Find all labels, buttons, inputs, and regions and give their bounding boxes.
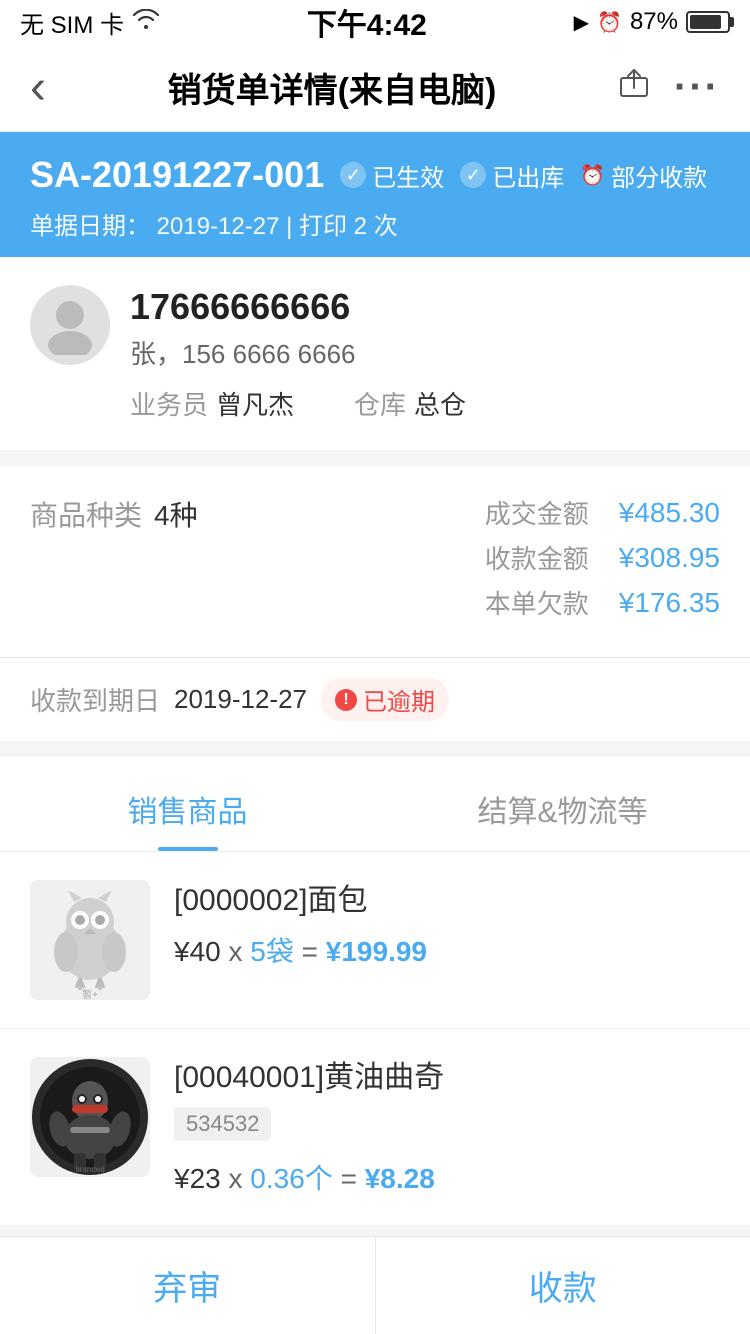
battery-icon xyxy=(686,11,730,33)
header-banner: SA-20191227-001 已生效 已出库 部分收款 单据日期： 2019-… xyxy=(0,132,750,257)
cancel-review-button[interactable]: 弃审 xyxy=(0,1237,376,1334)
price-eq-2: = xyxy=(341,1163,365,1194)
carrier-label: 无 SIM 卡 xyxy=(20,5,124,40)
types-label: 商品种类 xyxy=(30,494,142,534)
product-list: 暂+ [0000002]面包 ¥40 x 5袋 = ¥199.99 xyxy=(0,852,750,1226)
bottom-bar: 弃审 收款 xyxy=(0,1236,750,1334)
status-badge-partial: 部分收款 xyxy=(580,158,707,193)
order-date: 2019-12-27 xyxy=(157,213,280,240)
received-value: ¥308.95 xyxy=(619,542,720,574)
price-qty-2: 0.36个 xyxy=(250,1163,333,1194)
owed-value: ¥176.35 xyxy=(619,587,720,619)
price-separator-2: x xyxy=(229,1163,251,1194)
product-name-2: [00040001]黄油曲奇 xyxy=(174,1057,720,1099)
overdue-icon: ! xyxy=(335,689,357,711)
page-title: 销货单详情(来自电脑) xyxy=(168,63,497,112)
summary-types-row: 商品种类 4种 xyxy=(30,494,198,534)
received-amount-row: 收款金额 ¥308.95 xyxy=(485,539,720,576)
summary-right: 成交金额 ¥485.30 收款金额 ¥308.95 本单欠款 ¥176.35 xyxy=(485,494,720,629)
summary-section: 商品种类 4种 成交金额 ¥485.30 收款金额 ¥308.95 本单欠款 ¥… xyxy=(0,466,750,657)
customer-contact: 张，156 6666 6666 xyxy=(130,334,720,371)
due-date-value: 2019-12-27 xyxy=(174,684,307,715)
customer-id: 17666666666 xyxy=(130,285,720,328)
tabs-section: 销售商品 结算&物流等 xyxy=(0,757,750,852)
deal-label: 成交金额 xyxy=(485,494,589,531)
price-separator-1: x xyxy=(229,936,251,967)
warehouse-meta: 仓库 总仓 xyxy=(354,385,466,422)
owed-amount-row: 本单欠款 ¥176.35 xyxy=(485,584,720,621)
price-eq-1: = xyxy=(302,936,326,967)
time-label: 下午4:42 xyxy=(307,0,427,44)
types-value: 4种 xyxy=(154,494,198,534)
banner-date-row: 单据日期： 2019-12-27 | 打印 2 次 xyxy=(30,206,720,241)
customer-meta: 业务员 曾凡杰 仓库 总仓 xyxy=(130,385,720,422)
customer-info: 17666666666 张，156 6666 6666 业务员 曾凡杰 仓库 总… xyxy=(130,285,720,422)
tab-settlement[interactable]: 结算&物流等 xyxy=(375,757,750,851)
deal-amount-row: 成交金额 ¥485.30 xyxy=(485,494,720,531)
print-info: | 打印 2 次 xyxy=(286,213,398,240)
overdue-badge: ! 已逾期 xyxy=(321,678,449,721)
product-price-line-1: ¥40 x 5袋 = ¥199.99 xyxy=(174,930,720,970)
warehouse-label: 仓库 xyxy=(354,385,406,422)
share-button[interactable] xyxy=(618,68,650,108)
product-price-line-2: ¥23 x 0.36个 = ¥8.28 xyxy=(174,1157,720,1197)
status-badge-active: 已生效 xyxy=(340,158,444,193)
customer-section: 17666666666 张，156 6666 6666 业务员 曾凡杰 仓库 总… xyxy=(0,257,750,450)
list-item: 暂+ [0000002]面包 ¥40 x 5袋 = ¥199.99 xyxy=(0,852,750,1029)
price-qty-1: 5袋 xyxy=(250,936,294,967)
back-button[interactable]: ‹ xyxy=(30,60,46,115)
price-total-1: ¥199.99 xyxy=(326,936,427,967)
status-right: ▶ ⏰ 87% xyxy=(574,8,730,36)
overdue-text: 已逾期 xyxy=(363,682,435,717)
status-bar: 无 SIM 卡 下午4:42 ▶ ⏰ 87% xyxy=(0,0,750,44)
wifi-icon xyxy=(132,8,160,36)
product-info-2: [00040001]黄油曲奇 534532 ¥23 x 0.36个 = ¥8.2… xyxy=(174,1057,720,1197)
deal-value: ¥485.30 xyxy=(619,497,720,529)
nav-bar: ‹ 销货单详情(来自电脑) ··· xyxy=(0,44,750,132)
svg-text:暂+: 暂+ xyxy=(82,989,98,1000)
due-section: 收款到期日 2019-12-27 ! 已逾期 xyxy=(0,658,750,741)
date-label: 单据日期： xyxy=(30,213,150,240)
collect-payment-button[interactable]: 收款 xyxy=(376,1237,750,1334)
battery-percent: 87% xyxy=(630,8,678,36)
avatar xyxy=(30,285,110,365)
product-tag-2: 534532 xyxy=(174,1107,271,1141)
owed-label: 本单欠款 xyxy=(485,584,589,621)
divider-1 xyxy=(0,450,750,466)
nav-actions: ··· xyxy=(618,65,720,110)
warehouse-value: 总仓 xyxy=(414,385,466,422)
list-item: branded [00040001]黄油曲奇 534532 ¥23 x 0.36… xyxy=(0,1029,750,1226)
price-unit-2: ¥23 xyxy=(174,1163,221,1194)
product-info-1: [0000002]面包 ¥40 x 5袋 = ¥199.99 xyxy=(174,880,720,970)
order-id: SA-20191227-001 xyxy=(30,154,324,196)
more-button[interactable]: ··· xyxy=(674,65,720,110)
tab-sales-products[interactable]: 销售商品 xyxy=(0,757,375,851)
product-name-1: [0000002]面包 xyxy=(174,880,720,922)
sales-value: 曾凡杰 xyxy=(216,385,294,422)
svg-text:branded: branded xyxy=(75,1165,104,1174)
alarm-icon: ⏰ xyxy=(597,10,622,35)
status-left: 无 SIM 卡 xyxy=(20,5,160,40)
product-thumb-2: branded xyxy=(30,1057,150,1177)
price-unit-1: ¥40 xyxy=(174,936,221,967)
sales-label: 业务员 xyxy=(130,385,208,422)
summary-left: 商品种类 4种 xyxy=(30,494,198,534)
location-icon: ▶ xyxy=(574,10,589,35)
due-label: 收款到期日 xyxy=(30,681,160,718)
banner-order-row: SA-20191227-001 已生效 已出库 部分收款 xyxy=(30,154,720,196)
status-badge-shipped: 已出库 xyxy=(460,158,564,193)
product-thumb-1: 暂+ xyxy=(30,880,150,1000)
sales-meta: 业务员 曾凡杰 xyxy=(130,385,294,422)
price-total-2: ¥8.28 xyxy=(365,1163,435,1194)
received-label: 收款金额 xyxy=(485,539,589,576)
